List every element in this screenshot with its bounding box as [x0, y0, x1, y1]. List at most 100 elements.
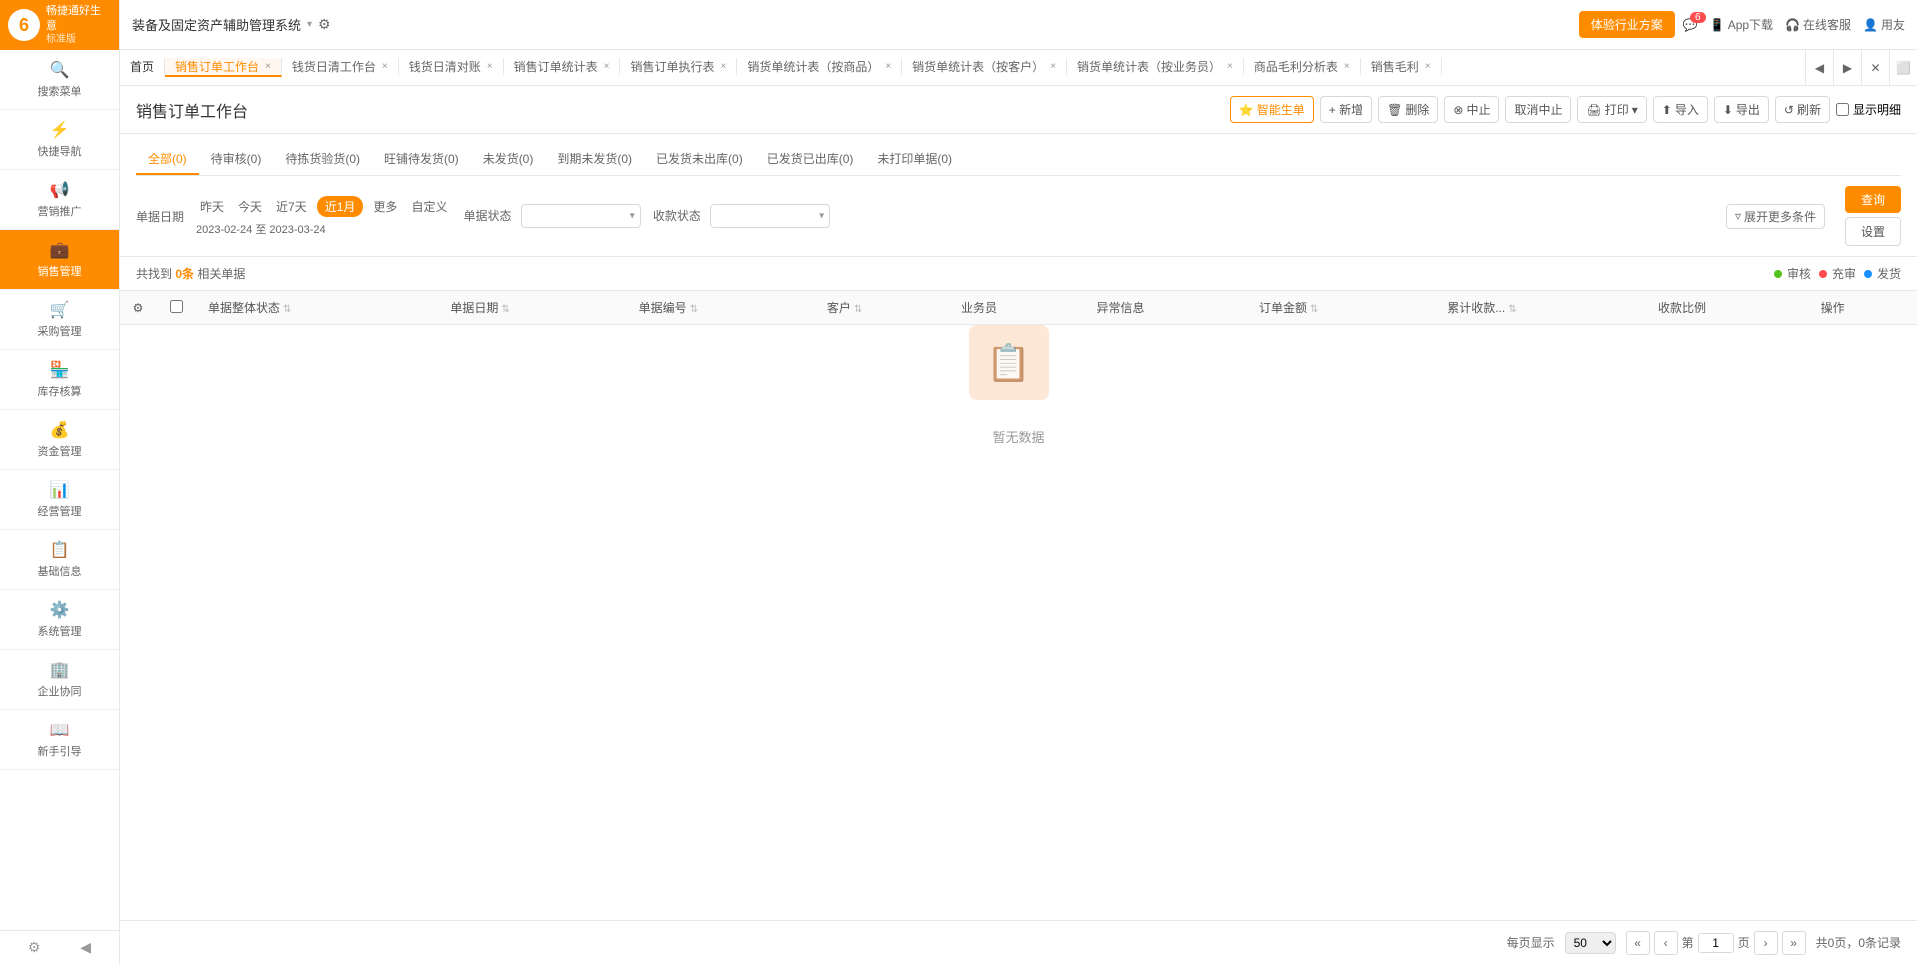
tab-close-sales-product[interactable]: × — [885, 61, 891, 72]
tab-sales-customer[interactable]: 销货单统计表（按客户）× — [902, 58, 1067, 75]
filter-tab-shipped-not-out[interactable]: 已发货未出库(0) — [644, 144, 755, 175]
app-download-btn[interactable]: 📱 App下载 — [1710, 16, 1773, 33]
quick-action-ship[interactable]: 发货 — [1864, 265, 1901, 282]
sidebar-item-guide[interactable]: 📖 新手引导 — [0, 710, 119, 770]
industry-btn[interactable]: 体验行业方案 — [1579, 11, 1675, 38]
filter-tab-shipped-out[interactable]: 已发货已出库(0) — [755, 144, 866, 175]
page-input[interactable] — [1698, 933, 1734, 953]
quick-action-unreviewed[interactable]: 充审 — [1819, 265, 1856, 282]
tab-home[interactable]: 首页 — [120, 58, 165, 75]
filter-tab-all[interactable]: 全部(0) — [136, 144, 199, 175]
tab-close-cash-daily[interactable]: × — [382, 61, 388, 72]
delete-btn[interactable]: 🗑 删除 — [1378, 96, 1438, 123]
sort-icon-amount[interactable]: ⇅ — [1310, 304, 1318, 315]
sort-icon-number[interactable]: ⇅ — [690, 304, 698, 315]
tab-gross-margin[interactable]: 商品毛利分析表× — [1244, 58, 1361, 75]
page-next-btn[interactable]: › — [1754, 931, 1778, 955]
th-amount[interactable]: 订单金额⇅ — [1247, 291, 1435, 325]
filter-tab-wangpu-pending[interactable]: 旺铺待发货(0) — [372, 144, 471, 175]
tab-maximize-btn[interactable]: ⬜ — [1889, 50, 1917, 86]
col-settings-icon[interactable]: ⚙ — [133, 301, 144, 315]
filter-tab-not-printed[interactable]: 未打印单据(0) — [865, 144, 964, 175]
tab-sales-workbench[interactable]: 销售订单工作台× — [165, 58, 282, 77]
th-date[interactable]: 单据日期⇅ — [438, 291, 626, 325]
sidebar-item-purchase[interactable]: 🛒 采购管理 — [0, 290, 119, 350]
page-last-btn[interactable]: » — [1782, 931, 1806, 955]
status-select[interactable] — [521, 204, 641, 228]
sidebar-item-search[interactable]: 🔍 搜索菜单 — [0, 50, 119, 110]
tab-prev-btn[interactable]: ◀ — [1805, 50, 1833, 86]
page-prev-btn[interactable]: ‹ — [1654, 931, 1678, 955]
topbar-title: 装备及固定资产辅助管理系统 ▾ ⚙ — [132, 15, 1571, 34]
sidebar-item-enterprise[interactable]: 🏢 企业协同 — [0, 650, 119, 710]
tab-sales-stats[interactable]: 销售订单统计表× — [504, 58, 621, 75]
sidebar-item-system[interactable]: ⚙️ 系统管理 — [0, 590, 119, 650]
page-size-select[interactable]: 102050100 — [1565, 932, 1616, 954]
page-first-btn[interactable]: « — [1626, 931, 1650, 955]
sidebar-item-finance[interactable]: 💰 资金管理 — [0, 410, 119, 470]
tab-close-sales-stats[interactable]: × — [604, 61, 610, 72]
date-opt-近1月[interactable]: 近1月 — [317, 196, 364, 217]
th-number[interactable]: 单据编号⇅ — [627, 291, 815, 325]
sidebar-item-marketing[interactable]: 📢 营销推广 — [0, 170, 119, 230]
tab-next-btn[interactable]: ▶ — [1833, 50, 1861, 86]
sidebar-item-inventory[interactable]: 🏪 库存核算 — [0, 350, 119, 410]
filter-tab-not-shipped[interactable]: 未发货(0) — [471, 144, 546, 175]
tab-close-sales-workbench[interactable]: × — [265, 61, 271, 72]
filter-tab-pending-review[interactable]: 待审核(0) — [199, 144, 274, 175]
refresh-btn[interactable]: ↺ 刷新 — [1775, 96, 1830, 123]
date-opt-今天[interactable]: 今天 — [234, 196, 266, 217]
user-btn[interactable]: 👤 用友 — [1863, 16, 1905, 33]
th-customer[interactable]: 客户⇅ — [815, 291, 949, 325]
th-status[interactable]: 单据整体状态⇅ — [196, 291, 438, 325]
sort-icon-date[interactable]: ⇅ — [501, 304, 509, 315]
date-opt-昨天[interactable]: 昨天 — [196, 196, 228, 217]
filter-tab-overdue-not-shipped[interactable]: 到期未发货(0) — [545, 144, 644, 175]
sidebar-item-operations[interactable]: 📊 经营管理 — [0, 470, 119, 530]
filter-tab-pending-inspect[interactable]: 待拣货验货(0) — [273, 144, 372, 175]
message-icon[interactable]: 💬 6 — [1683, 18, 1698, 32]
query-btn[interactable]: 查询 — [1845, 186, 1901, 213]
add-btn[interactable]: + 新增 — [1320, 96, 1372, 123]
smart-create-btn[interactable]: ⭐ 智能生单 — [1230, 96, 1314, 123]
tab-close-sales-profit[interactable]: × — [1425, 61, 1431, 72]
system-dropdown-arrow[interactable]: ▾ — [307, 19, 312, 30]
export-btn[interactable]: ⬇ 导出 — [1714, 96, 1769, 123]
show-detail-checkbox[interactable]: 显示明细 — [1836, 101, 1901, 118]
topbar-settings-icon[interactable]: ⚙ — [318, 16, 331, 33]
expand-btn[interactable]: ▿ 展开更多条件 — [1726, 204, 1825, 229]
set-btn[interactable]: 设置 — [1845, 217, 1901, 246]
tab-close-sales-customer[interactable]: × — [1050, 61, 1056, 72]
tab-close-sales-exec[interactable]: × — [720, 61, 726, 72]
sort-icon-collected[interactable]: ⇅ — [1508, 304, 1516, 315]
tab-close-all-btn[interactable]: ✕ — [1861, 50, 1889, 86]
tab-close-gross-margin[interactable]: × — [1344, 61, 1350, 72]
tab-sales-product[interactable]: 销货单统计表（按商品）× — [737, 58, 902, 75]
collapse-icon[interactable]: ◀ — [80, 939, 91, 956]
date-opt-近7天[interactable]: 近7天 — [272, 196, 311, 217]
tab-cash-reconcile[interactable]: 钱货日清对账× — [399, 58, 504, 75]
tab-sales-profit[interactable]: 销售毛利× — [1361, 58, 1442, 75]
th-collected[interactable]: 累计收款...⇅ — [1435, 291, 1646, 325]
sidebar-item-basic[interactable]: 📋 基础信息 — [0, 530, 119, 590]
print-btn[interactable]: 🖨 打印 ▾ — [1577, 96, 1646, 123]
select-all-checkbox[interactable] — [170, 300, 183, 313]
sidebar-item-quick-nav[interactable]: ⚡ 快捷导航 — [0, 110, 119, 170]
payment-select[interactable] — [710, 204, 830, 228]
date-opt-更多[interactable]: 更多 — [369, 196, 401, 217]
tab-sales-staff[interactable]: 销货单统计表（按业务员）× — [1067, 58, 1244, 75]
settings-icon[interactable]: ⚙ — [28, 939, 41, 956]
tab-cash-daily[interactable]: 钱货日清工作台× — [282, 58, 399, 75]
import-btn[interactable]: ⬆ 导入 — [1653, 96, 1708, 123]
online-service-btn[interactable]: 🎧 在线客服 — [1785, 16, 1851, 33]
sort-icon-status[interactable]: ⇅ — [283, 304, 291, 315]
sidebar-item-sales[interactable]: 💼 销售管理 — [0, 230, 119, 290]
sort-icon-customer[interactable]: ⇅ — [854, 304, 862, 315]
tab-close-cash-reconcile[interactable]: × — [487, 61, 493, 72]
date-opt-自定义[interactable]: 自定义 — [407, 196, 451, 217]
quick-action-review[interactable]: 审核 — [1774, 265, 1811, 282]
cancel-stop-btn[interactable]: 取消中止 — [1505, 96, 1571, 123]
stop-btn[interactable]: ⊗ 中止 — [1444, 96, 1499, 123]
tab-close-sales-staff[interactable]: × — [1227, 61, 1233, 72]
tab-sales-exec[interactable]: 销售订单执行表× — [620, 58, 737, 75]
